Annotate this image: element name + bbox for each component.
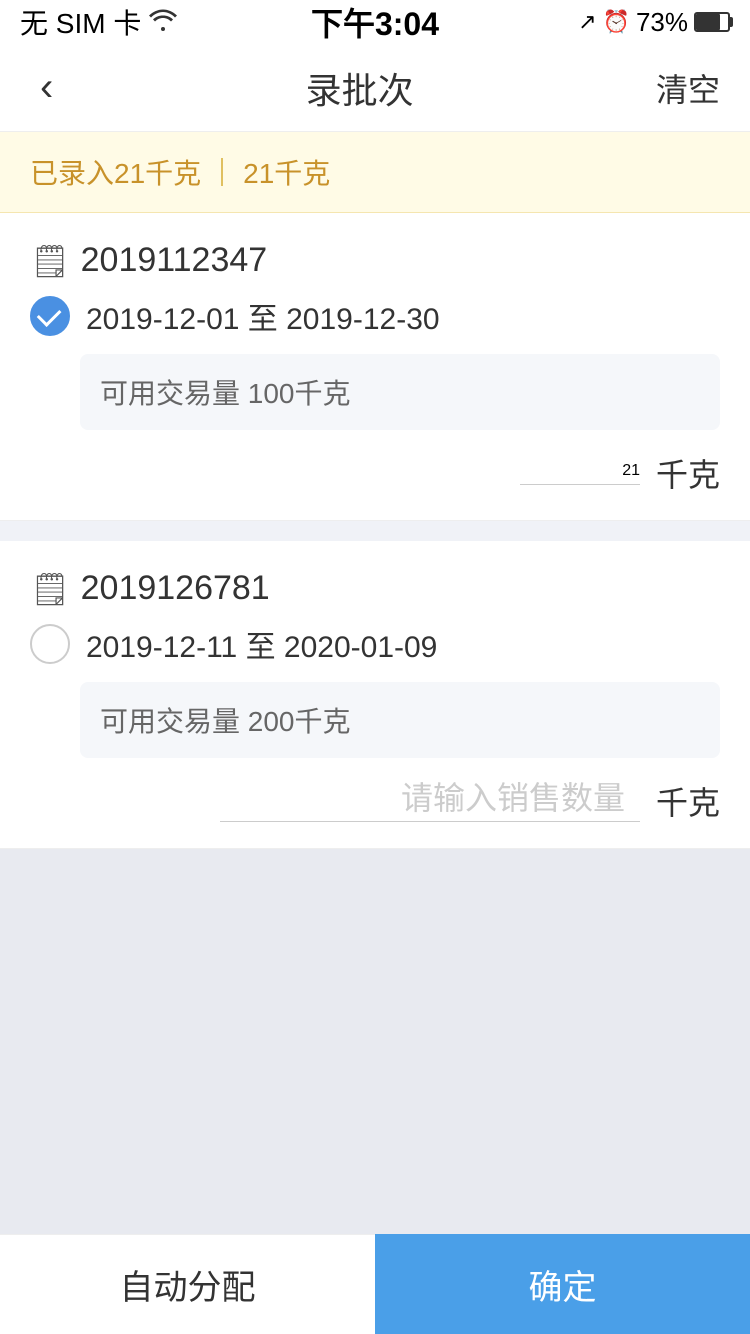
batch1-avail-text: 可用交易量 100千克 <box>100 378 351 409</box>
batch2-input-row: 千克 <box>0 758 750 849</box>
confirm-button[interactable]: 确定 <box>375 1234 750 1334</box>
bottom-buttons: 自动分配 确定 <box>0 1234 750 1334</box>
auto-distribute-button[interactable]: 自动分配 <box>0 1234 375 1334</box>
batch2-unit: 千克 <box>656 778 720 824</box>
nav-bar: ‹ 录批次 清空 <box>0 44 750 132</box>
batch1-icon: 🗒 <box>30 242 71 280</box>
status-left: 无 SIM 卡 <box>20 2 177 42</box>
batch1-quantity-number: 21 <box>622 462 640 479</box>
page-title: 录批次 <box>306 62 414 114</box>
batch1-number: 2019112347 <box>81 241 268 280</box>
status-time: 下午3:04 <box>311 0 439 45</box>
total-amount: 21千克 <box>243 152 330 192</box>
batch2-date-row[interactable]: 2019-12-11 至 2020-01-09 <box>0 608 750 666</box>
batch1-quantity-row: 21 千克 <box>0 430 750 521</box>
batch2-number: 2019126781 <box>81 569 270 608</box>
status-bar: 无 SIM 卡 下午3:04 ↗ ⏰ 73% <box>0 0 750 44</box>
section-divider-1 <box>0 521 750 541</box>
back-button[interactable]: ‹ <box>30 55 63 120</box>
info-divider <box>221 158 223 186</box>
batch2-quantity-input[interactable] <box>220 780 640 822</box>
batch1-date-row[interactable]: 2019-12-01 至 2019-12-30 <box>0 280 750 338</box>
batch1-avail: 可用交易量 100千克 <box>80 354 720 430</box>
batch1-radio[interactable] <box>30 296 70 336</box>
batch1-header: 🗒 2019112347 <box>0 213 750 280</box>
status-right: ↗ ⏰ 73% <box>578 7 730 38</box>
batch2-avail: 可用交易量 200千克 <box>80 682 720 758</box>
batch2-icon: 🗒 <box>30 570 71 608</box>
info-bar: 已录入21千克 21千克 <box>0 132 750 213</box>
clear-button[interactable]: 清空 <box>656 65 720 111</box>
recorded-amount: 已录入21千克 <box>30 152 201 192</box>
batch2-date: 2019-12-11 至 2020-01-09 <box>86 622 437 666</box>
wifi-icon <box>149 6 177 38</box>
batch2-radio[interactable] <box>30 624 70 664</box>
batch1-unit: 千克 <box>656 450 720 496</box>
batch-item-1: 🗒 2019112347 2019-12-01 至 2019-12-30 可用交… <box>0 213 750 521</box>
alarm-icon: ⏰ <box>603 9 630 35</box>
batch1-quantity-value: 21 <box>520 462 640 485</box>
battery-text: 73% <box>636 7 688 38</box>
empty-area <box>0 849 750 1234</box>
location-icon: ↗ <box>578 9 596 35</box>
battery-icon <box>694 12 730 32</box>
carrier-text: 无 SIM 卡 <box>20 2 141 42</box>
batch-item-2: 🗒 2019126781 2019-12-11 至 2020-01-09 可用交… <box>0 541 750 849</box>
batch1-date: 2019-12-01 至 2019-12-30 <box>86 294 440 338</box>
batch2-avail-text: 可用交易量 200千克 <box>100 706 351 737</box>
batch2-header: 🗒 2019126781 <box>0 541 750 608</box>
